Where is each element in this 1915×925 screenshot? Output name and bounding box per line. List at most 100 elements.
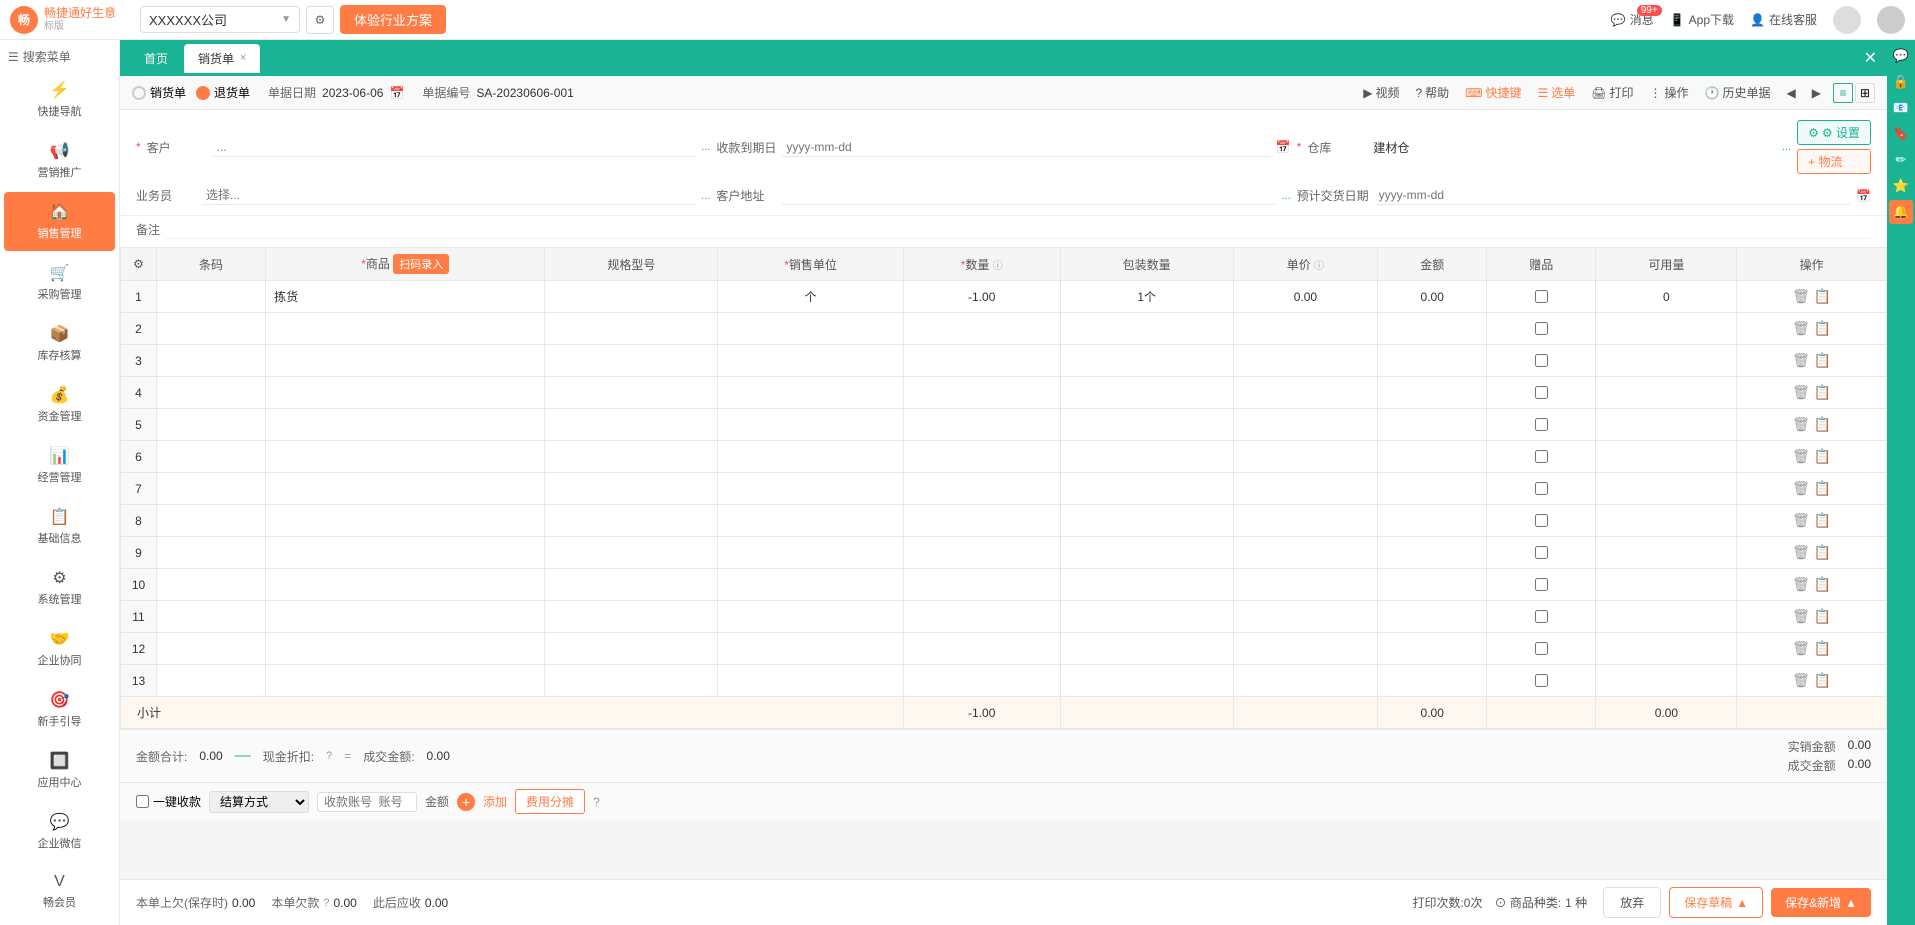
copy-row-button[interactable]: 📋	[1814, 576, 1831, 593]
copy-row-button[interactable]: 📋	[1814, 384, 1831, 401]
copy-row-button[interactable]: 📋	[1814, 416, 1831, 433]
print-btn[interactable]: 🖨 打印	[1587, 82, 1637, 103]
payment-help-icon[interactable]: ?	[593, 795, 600, 809]
select-btn[interactable]: ☰ 选单	[1534, 82, 1580, 103]
owe-help-icon[interactable]: ?	[323, 897, 329, 909]
company-selector[interactable]: XXXXXX公司 ▼	[140, 6, 300, 33]
row-gift[interactable]	[1487, 345, 1596, 377]
row-unit[interactable]	[718, 377, 903, 409]
row-price[interactable]	[1233, 377, 1378, 409]
row-barcode[interactable]	[157, 473, 266, 505]
row-unit[interactable]	[718, 569, 903, 601]
row-barcode[interactable]	[157, 665, 266, 697]
row-amount[interactable]	[1378, 313, 1487, 345]
payment-method-select[interactable]: 结算方式	[209, 791, 309, 813]
one-click-payment-check[interactable]: 一键收款	[136, 793, 201, 810]
discard-button[interactable]: 放弃	[1603, 887, 1661, 918]
gift-checkbox[interactable]	[1535, 514, 1548, 527]
app-download-nav-item[interactable]: 📱 App下载	[1670, 11, 1734, 28]
history-btn[interactable]: 🕐 历史单据	[1701, 82, 1775, 103]
row-pkg-qty[interactable]	[1060, 313, 1233, 345]
row-barcode[interactable]	[157, 569, 266, 601]
row-barcode[interactable]	[157, 441, 266, 473]
row-amount[interactable]	[1378, 473, 1487, 505]
row-unit[interactable]	[718, 665, 903, 697]
row-barcode[interactable]	[157, 505, 266, 537]
row-product[interactable]	[266, 537, 545, 569]
row-gift[interactable]	[1487, 569, 1596, 601]
calendar-icon[interactable]: 📅	[389, 86, 404, 100]
sidebar-item-basic-info[interactable]: 📋 基础信息	[4, 497, 115, 556]
rs-icon-alert[interactable]: 🔔	[1889, 200, 1913, 224]
row-price[interactable]	[1233, 409, 1378, 441]
rs-icon-chat[interactable]: 💬	[1889, 44, 1913, 68]
row-spec[interactable]	[545, 441, 718, 473]
rs-icon-lock[interactable]: 🔒	[1889, 70, 1913, 94]
row-pkg-qty[interactable]	[1060, 601, 1233, 633]
save-draft-button[interactable]: 保存草稿 ▲	[1669, 887, 1763, 918]
expected-date-input[interactable]	[1375, 186, 1850, 205]
row-price[interactable]	[1233, 537, 1378, 569]
row-qty[interactable]: -1.00	[903, 281, 1060, 313]
shortcut-btn[interactable]: ⌨ 快捷键	[1461, 82, 1525, 103]
delete-row-button[interactable]: 🗑	[1792, 384, 1810, 401]
sidebar-item-member[interactable]: V 畅会员	[4, 863, 115, 920]
sidebar-item-quick-nav[interactable]: ⚡ 快捷导航	[4, 70, 115, 129]
discount-help-icon[interactable]: ?	[326, 750, 332, 762]
copy-row-button[interactable]: 📋	[1814, 512, 1831, 529]
rs-icon-edit[interactable]: ✏	[1889, 148, 1913, 172]
row-qty[interactable]	[903, 345, 1060, 377]
add-payment-button[interactable]: +	[457, 793, 475, 811]
row-gift[interactable]	[1487, 473, 1596, 505]
row-product[interactable]	[266, 665, 545, 697]
row-amount[interactable]	[1378, 665, 1487, 697]
row-qty[interactable]	[903, 473, 1060, 505]
copy-row-button[interactable]: 📋	[1814, 544, 1831, 561]
row-qty[interactable]	[903, 505, 1060, 537]
account-input[interactable]	[317, 792, 417, 812]
logistics-button[interactable]: + 物流	[1797, 149, 1871, 174]
salesman-more-btn[interactable]: ...	[701, 190, 710, 202]
copy-row-button[interactable]: 📋	[1814, 608, 1831, 625]
row-gift[interactable]	[1487, 665, 1596, 697]
row-barcode[interactable]	[157, 281, 266, 313]
copy-row-button[interactable]: 📋	[1814, 480, 1831, 497]
row-pkg-qty[interactable]	[1060, 441, 1233, 473]
delete-row-button[interactable]: 🗑	[1792, 352, 1810, 369]
row-amount[interactable]	[1378, 345, 1487, 377]
add-payment-label[interactable]: 添加	[483, 793, 507, 810]
row-amount[interactable]	[1378, 601, 1487, 633]
view-grid-icon[interactable]: ⊞	[1855, 83, 1875, 103]
row-pkg-qty[interactable]	[1060, 409, 1233, 441]
copy-row-button[interactable]: 📋	[1814, 672, 1831, 689]
row-product[interactable]	[266, 569, 545, 601]
row-spec[interactable]	[545, 601, 718, 633]
rs-icon-bookmark[interactable]: 🔖	[1889, 122, 1913, 146]
save-new-button[interactable]: 保存&新增 ▲	[1771, 888, 1871, 917]
row-product[interactable]: 拣货	[266, 281, 545, 313]
settings-icon[interactable]: ⚙	[306, 6, 334, 34]
row-product[interactable]	[266, 345, 545, 377]
row-spec[interactable]	[545, 345, 718, 377]
row-qty[interactable]	[903, 313, 1060, 345]
row-spec[interactable]	[545, 281, 718, 313]
row-unit[interactable]	[718, 633, 903, 665]
sidebar-item-search[interactable]: ☰ 搜索菜单	[0, 40, 119, 69]
row-unit[interactable]: 个	[718, 281, 903, 313]
row-amount[interactable]	[1378, 569, 1487, 601]
op-btn[interactable]: ⋮ 操作	[1646, 82, 1693, 103]
row-gift[interactable]	[1487, 409, 1596, 441]
addr-more-btn[interactable]: ...	[1281, 190, 1290, 202]
radio-return-order[interactable]: 退货单	[196, 84, 250, 101]
row-gift[interactable]	[1487, 313, 1596, 345]
row-price[interactable]	[1233, 345, 1378, 377]
delete-row-button[interactable]: 🗑	[1792, 416, 1810, 433]
row-qty[interactable]	[903, 537, 1060, 569]
row-qty[interactable]	[903, 569, 1060, 601]
gift-checkbox[interactable]	[1535, 418, 1548, 431]
delete-row-button[interactable]: 🗑	[1792, 448, 1810, 465]
row-qty[interactable]	[903, 633, 1060, 665]
delete-row-button[interactable]: 🗑	[1792, 576, 1810, 593]
setting-button[interactable]: ⚙ ⚙ 设置	[1797, 120, 1871, 145]
row-pkg-qty[interactable]	[1060, 505, 1233, 537]
